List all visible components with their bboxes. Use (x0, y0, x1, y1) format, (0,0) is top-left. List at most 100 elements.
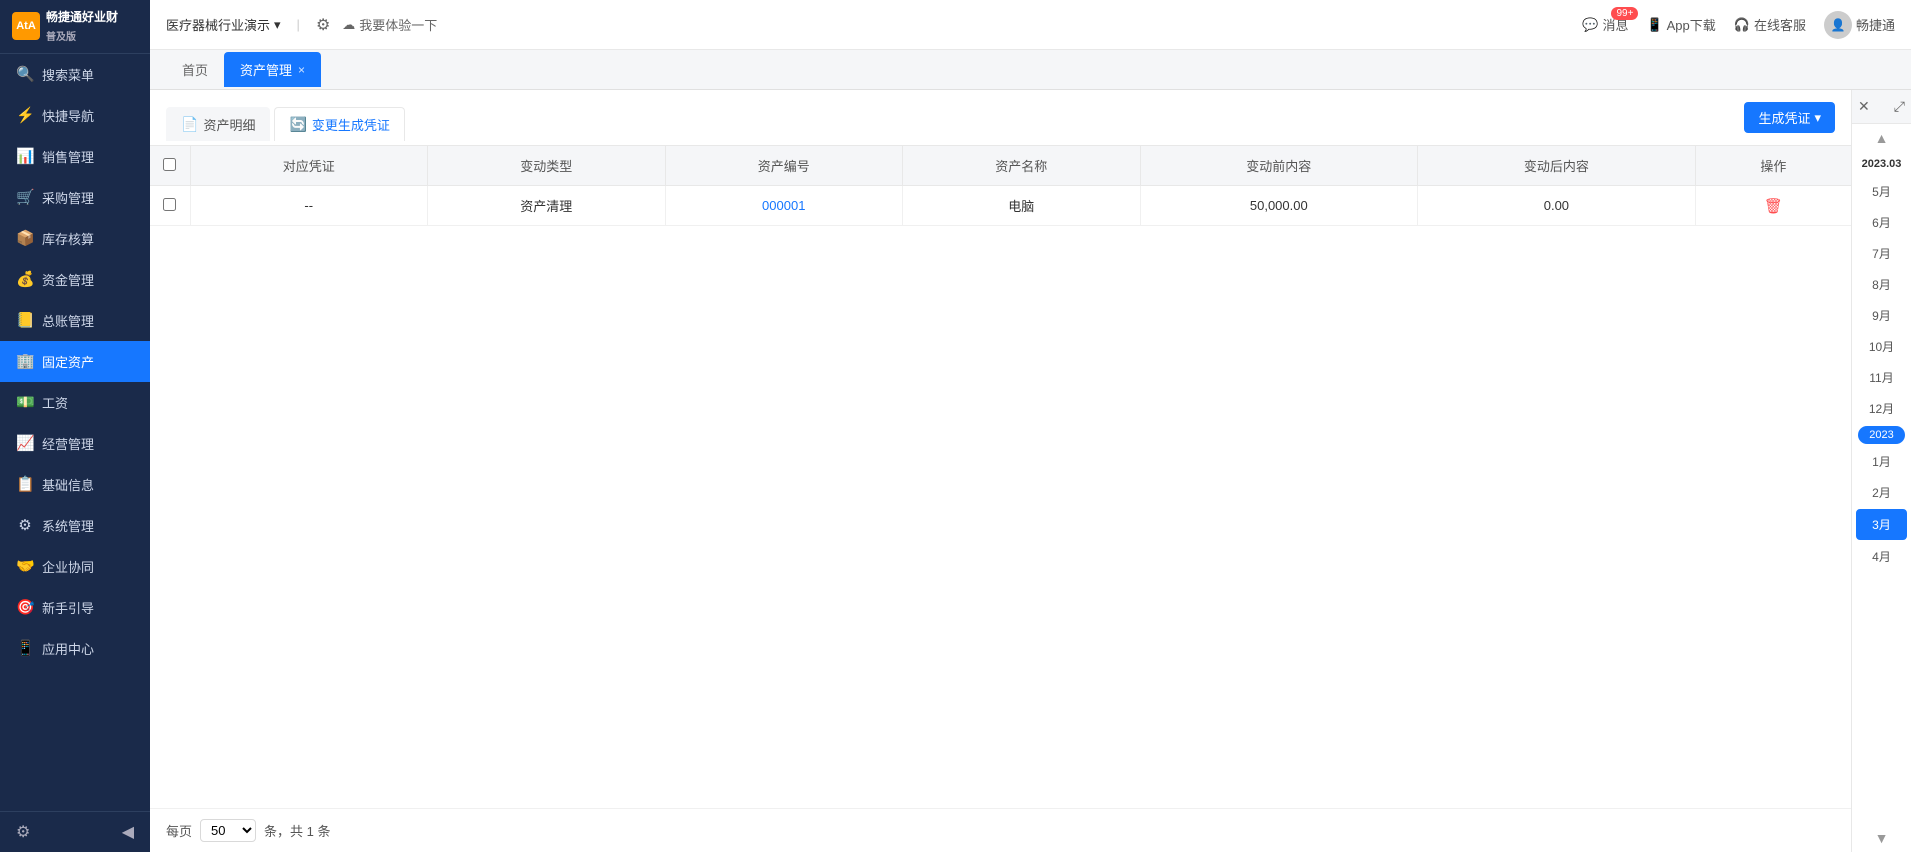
tab-asset-management[interactable]: 资产管理 × (224, 52, 321, 87)
logo-subtitle: 普及版 (46, 28, 118, 43)
customer-service-label: 在线客服 (1754, 15, 1806, 34)
company-selector[interactable]: 医疗器械行业演示 ▾ (166, 15, 281, 34)
rs-close-icon[interactable]: ✕ (1858, 98, 1870, 115)
change-voucher-table: 对应凭证 变动类型 资产编号 资产名称 变动前内容 变动后内容 操作 (150, 146, 1851, 226)
inventory-icon: 📦 (16, 229, 34, 247)
row-checkbox-cell[interactable] (150, 186, 190, 226)
sidebar-item-sales[interactable]: 📊 销售管理 (0, 136, 150, 177)
sidebar: AtA 畅捷通好业财 普及版 🔍 搜索菜单 ⚡ 快捷导航 📊 销售管理 🛒 采购… (0, 0, 150, 852)
collapse-icon[interactable]: ◀ (122, 822, 134, 842)
rs-month-2[interactable]: 2月 (1852, 477, 1911, 508)
select-all-checkbox[interactable] (163, 158, 176, 171)
delete-icon[interactable]: 🗑 (1764, 198, 1783, 215)
sidebar-item-basic-info[interactable]: 📋 基础信息 (0, 464, 150, 505)
rs-month-7[interactable]: 7月 (1852, 238, 1911, 269)
sidebar-nav: 🔍 搜索菜单 ⚡ 快捷导航 📊 销售管理 🛒 采购管理 📦 库存核算 💰 资金管… (0, 54, 150, 811)
sidebar-item-ledger[interactable]: 📒 总账管理 (0, 300, 150, 341)
tab-home-label: 首页 (182, 63, 208, 78)
rs-year-2023[interactable]: 2023 (1858, 426, 1905, 444)
sidebar-item-salary[interactable]: 💵 工资 (0, 382, 150, 423)
enterprise-icon: 🤝 (16, 557, 34, 575)
sidebar-item-operations[interactable]: 📈 经营管理 (0, 423, 150, 464)
basic-info-icon: 📋 (16, 475, 34, 493)
quick-nav-icon: ⚡ (16, 106, 34, 124)
col-asset-code: 资产编号 (665, 146, 903, 186)
row-action[interactable]: 🗑 (1695, 186, 1851, 226)
rs-expand-icon[interactable]: ⤢ (1894, 98, 1905, 115)
row-asset-name: 电脑 (903, 186, 1141, 226)
sidebar-item-label: 经营管理 (42, 434, 94, 453)
rs-month-11[interactable]: 11月 (1852, 362, 1911, 393)
sidebar-item-label: 固定资产 (42, 352, 94, 371)
sidebar-item-label: 总账管理 (42, 311, 94, 330)
rs-scroll-up-btn[interactable]: ▲ (1852, 124, 1911, 152)
per-page-select[interactable]: 10 20 50 100 (200, 819, 256, 842)
sidebar-item-search[interactable]: 🔍 搜索菜单 (0, 54, 150, 95)
rs-month-4[interactable]: 4月 (1852, 541, 1911, 572)
sidebar-item-capital[interactable]: 💰 资金管理 (0, 259, 150, 300)
sidebar-item-label: 快捷导航 (42, 106, 94, 125)
service-icon: 🎧 (1734, 17, 1750, 33)
sidebar-item-app-center[interactable]: 📱 应用中心 (0, 628, 150, 669)
sidebar-item-quick-nav[interactable]: ⚡ 快捷导航 (0, 95, 150, 136)
sub-tab-change-voucher-label: 变更生成凭证 (312, 115, 390, 134)
sidebar-item-label: 资金管理 (42, 270, 94, 289)
sidebar-item-label: 应用中心 (42, 639, 94, 658)
sub-tab-change-voucher[interactable]: 🔄 变更生成凭证 (274, 107, 404, 141)
sidebar-item-purchase[interactable]: 🛒 采购管理 (0, 177, 150, 218)
rs-scroll-down-btn[interactable]: ▼ (1852, 824, 1911, 852)
feedback-btn[interactable]: ☁ 我要体验一下 (342, 15, 437, 34)
sub-tab-asset-list[interactable]: 📄 资产明细 (166, 107, 270, 141)
generate-voucher-button[interactable]: 生成凭证 ▾ (1744, 102, 1835, 133)
feedback-icon: ☁ (342, 17, 355, 33)
rs-month-6[interactable]: 6月 (1852, 207, 1911, 238)
row-before: 50,000.00 (1140, 186, 1418, 226)
rs-period-header: 2023.03 (1852, 152, 1911, 176)
feedback-label: 我要体验一下 (359, 15, 437, 34)
table-header-row: 对应凭证 变动类型 资产编号 资产名称 变动前内容 变动后内容 操作 (150, 146, 1851, 186)
col-asset-name: 资产名称 (903, 146, 1141, 186)
rs-month-10[interactable]: 10月 (1852, 331, 1911, 362)
generate-label: 生成凭证 (1758, 108, 1810, 127)
row-checkbox[interactable] (163, 198, 176, 211)
main-area: 医疗器械行业演示 ▾ | ⚙ ☁ 我要体验一下 💬 消息 99+ 📱 App下载… (150, 0, 1911, 852)
customer-service-btn[interactable]: 🎧 在线客服 (1734, 15, 1806, 34)
sidebar-item-system[interactable]: ⚙ 系统管理 (0, 505, 150, 546)
sidebar-item-label: 销售管理 (42, 147, 94, 166)
sidebar-item-inventory[interactable]: 📦 库存核算 (0, 218, 150, 259)
tab-close-icon[interactable]: × (298, 63, 305, 77)
salary-icon: 💵 (16, 393, 34, 411)
app-download-label: App下载 (1667, 15, 1716, 34)
sidebar-item-enterprise[interactable]: 🤝 企业协同 (0, 546, 150, 587)
purchase-icon: 🛒 (16, 188, 34, 206)
user-btn[interactable]: 👤 畅捷通 (1824, 11, 1895, 39)
rs-month-9[interactable]: 9月 (1852, 300, 1911, 331)
rs-month-1[interactable]: 1月 (1852, 446, 1911, 477)
rs-month-3[interactable]: 3月 (1856, 509, 1907, 540)
sidebar-item-label: 库存核算 (42, 229, 94, 248)
right-sidebar: ✕ ⤢ ▲ 2023.03 5月 6月 7月 8月 9月 10月 11月 12月… (1851, 90, 1911, 852)
sidebar-item-label: 搜索菜单 (42, 65, 94, 84)
sidebar-item-label: 基础信息 (42, 475, 94, 494)
chevron-down-icon: ▾ (1814, 110, 1821, 126)
per-page-label: 每页 (166, 821, 192, 840)
search-icon: 🔍 (16, 65, 34, 83)
app-download-btn[interactable]: 📱 App下载 (1646, 15, 1715, 34)
rs-month-8[interactable]: 8月 (1852, 269, 1911, 300)
sidebar-item-fixed-assets[interactable]: 🏢 固定资产 (0, 341, 150, 382)
sidebar-item-guide[interactable]: 🎯 新手引导 (0, 587, 150, 628)
topbar-right: 💬 消息 99+ 📱 App下载 🎧 在线客服 👤 畅捷通 (1582, 11, 1895, 39)
sidebar-item-label: 系统管理 (42, 516, 94, 535)
col-action: 操作 (1695, 146, 1851, 186)
sidebar-bottom: ⚙ ◀ (0, 811, 150, 852)
row-voucher: -- (190, 186, 428, 226)
settings-gear-icon[interactable]: ⚙ (316, 15, 330, 35)
settings-icon[interactable]: ⚙ (16, 822, 30, 842)
rs-month-12[interactable]: 12月 (1852, 393, 1911, 424)
rs-month-5[interactable]: 5月 (1852, 176, 1911, 207)
tab-active-label: 资产管理 (240, 60, 292, 79)
tab-home[interactable]: 首页 (166, 52, 224, 87)
separator: | (297, 17, 300, 32)
message-btn[interactable]: 💬 消息 99+ (1582, 15, 1628, 34)
select-all-header[interactable] (150, 146, 190, 186)
